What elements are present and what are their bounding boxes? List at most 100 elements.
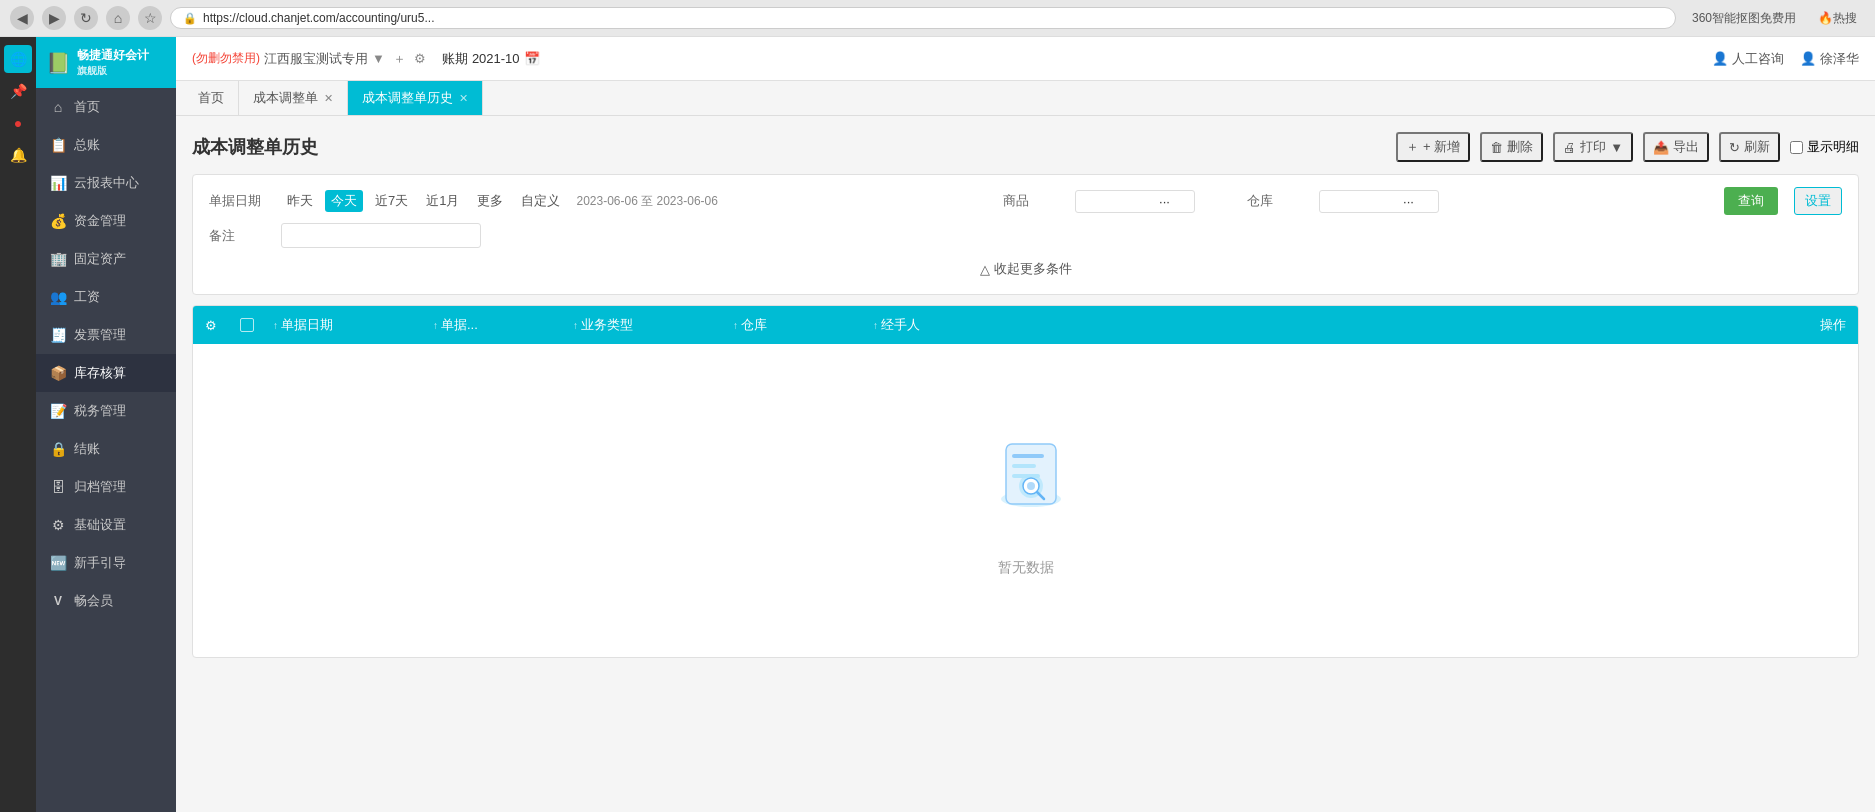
warehouse-select[interactable]: ···	[1319, 190, 1439, 213]
forward-button[interactable]: ▶	[42, 6, 66, 30]
export-button[interactable]: 📤 导出	[1643, 132, 1709, 162]
th-operator[interactable]: ↑ 经手人	[865, 316, 1005, 334]
sidebar-item-ledger[interactable]: 📋 总账	[36, 126, 176, 164]
shortcut-today[interactable]: 今天	[325, 190, 363, 212]
sidebar-item-fixed-assets[interactable]: 🏢 固定资产	[36, 240, 176, 278]
delete-button[interactable]: 🗑 删除	[1480, 132, 1543, 162]
sidebar-item-cloud-report-label: 云报表中心	[74, 174, 139, 192]
icon-sidebar-app1[interactable]: 📌	[4, 77, 32, 105]
sidebar-item-close[interactable]: 🔒 结账	[36, 430, 176, 468]
company-name: 江西服宝测试专用	[264, 50, 368, 68]
tab-cost-adjustment[interactable]: 成本调整单 ✕	[239, 81, 348, 115]
delete-label: 删除	[1507, 138, 1533, 156]
tab-cost-adjustment-history-close[interactable]: ✕	[459, 92, 468, 105]
cloud-report-nav-icon: 📊	[50, 175, 66, 191]
display-toggle[interactable]: 显示明细	[1790, 138, 1859, 156]
sidebar-item-settings[interactable]: ⚙ 基础设置	[36, 506, 176, 544]
sidebar-item-home[interactable]: ⌂ 首页	[36, 88, 176, 126]
th-date[interactable]: ↑ 单据日期	[265, 316, 425, 334]
lock-icon: 🔒	[183, 12, 197, 25]
svg-point-8	[1027, 482, 1035, 490]
icon-sidebar-app3[interactable]: 🔔	[4, 141, 32, 169]
shortcut-yesterday[interactable]: 昨天	[281, 190, 319, 212]
page-content: 成本调整单历史 ＋ + 新增 🗑 删除 🖨 打印 ▼	[176, 116, 1875, 812]
filter-settings-button[interactable]: 设置	[1794, 187, 1842, 215]
th-operator-label: 经手人	[881, 316, 920, 334]
goods-select[interactable]: ···	[1075, 190, 1195, 213]
th-warehouse[interactable]: ↑ 仓库	[725, 316, 865, 334]
shortcut-custom[interactable]: 自定义	[515, 190, 566, 212]
top-bar-left: (勿删勿禁用) 江西服宝测试专用 ▼ ＋ ⚙ 账期 2021-10 📅	[192, 50, 540, 68]
sidebar-item-inventory[interactable]: 📦 库存核算	[36, 354, 176, 392]
sidebar-item-invoice[interactable]: 🧾 发票管理	[36, 316, 176, 354]
icon-sidebar-app2[interactable]: ●	[4, 109, 32, 137]
sidebar-item-ledger-label: 总账	[74, 136, 100, 154]
ledger-nav-icon: 📋	[50, 137, 66, 153]
icon-sidebar-weibo[interactable]: 🌐	[4, 45, 32, 73]
shortcut-7days[interactable]: 近7天	[369, 190, 414, 212]
settings-column-icon: ⚙	[205, 318, 217, 333]
star-button[interactable]: ☆	[138, 6, 162, 30]
delete-icon: 🗑	[1490, 140, 1503, 155]
sidebar-item-archive-label: 归档管理	[74, 478, 126, 496]
sidebar-item-guide[interactable]: 🆕 新手引导	[36, 544, 176, 582]
shortcut-1month[interactable]: 近1月	[420, 190, 465, 212]
th-checkbox[interactable]	[229, 318, 265, 332]
th-number[interactable]: ↑ 单据...	[425, 316, 565, 334]
user-name: 徐泽华	[1820, 50, 1859, 68]
sidebar-item-tax[interactable]: 📝 税务管理	[36, 392, 176, 430]
sidebar-item-cloud-report[interactable]: 📊 云报表中心	[36, 164, 176, 202]
th-settings[interactable]: ⚙	[193, 318, 229, 333]
print-button[interactable]: 🖨 打印 ▼	[1553, 132, 1633, 162]
url-text: https://cloud.chanjet.com/accounting/uru…	[203, 11, 434, 25]
collapse-label: 收起更多条件	[994, 260, 1072, 278]
refresh-label: 刷新	[1744, 138, 1770, 156]
empty-text: 暂无数据	[998, 559, 1054, 577]
collapse-button[interactable]: △ 收起更多条件	[976, 256, 1076, 282]
add-icon[interactable]: ＋	[393, 50, 406, 68]
sidebar-item-member[interactable]: V 畅会员	[36, 582, 176, 620]
calendar-icon[interactable]: 📅	[524, 51, 540, 66]
header-checkbox[interactable]	[240, 318, 254, 332]
home-button[interactable]: ⌂	[106, 6, 130, 30]
tab-cost-adjustment-history-label: 成本调整单历史	[362, 89, 453, 107]
settings-nav-icon: ⚙	[50, 517, 66, 533]
th-biz-label: 业务类型	[581, 316, 633, 334]
notes-input[interactable]	[281, 223, 481, 248]
tab-cost-adjustment-close[interactable]: ✕	[324, 92, 333, 105]
back-button[interactable]: ◀	[10, 6, 34, 30]
consultant-label[interactable]: 👤 人工咨询	[1712, 50, 1784, 68]
top-bar-right: 👤 人工咨询 👤 徐泽华	[1712, 50, 1859, 68]
th-operations-label: 操作	[1820, 316, 1846, 334]
filter-area: 单据日期 昨天 今天 近7天 近1月 更多 自定义 2023-06-06 至 2…	[192, 174, 1859, 295]
browser-extras: 360智能抠图免费用 🔥热搜	[1684, 7, 1865, 30]
app-container: 🌐 📌 ● 🔔 📗 畅捷通好会计 旗舰版 ⌂ 首页 📋 总账 📊 云报表中心	[0, 37, 1875, 812]
notes-filter-label: 备注	[209, 227, 265, 245]
page-header: 成本调整单历史 ＋ + 新增 🗑 删除 🖨 打印 ▼	[192, 132, 1859, 162]
tab-home[interactable]: 首页	[184, 81, 239, 115]
company-dropdown-icon[interactable]: ▼	[372, 51, 385, 66]
browser-toolbar: ◀ ▶ ↻ ⌂ ☆ 🔒 https://cloud.chanjet.com/ac…	[0, 0, 1875, 36]
refresh-button[interactable]: ↻ 刷新	[1719, 132, 1780, 162]
add-button[interactable]: ＋ + 新增	[1396, 132, 1470, 162]
sidebar-item-close-label: 结账	[74, 440, 100, 458]
settings-top-icon[interactable]: ⚙	[414, 51, 426, 66]
tab-cost-adjustment-history[interactable]: 成本调整单历史 ✕	[348, 81, 483, 115]
shortcut-more[interactable]: 更多	[471, 190, 509, 212]
sidebar-item-fund[interactable]: 💰 资金管理	[36, 202, 176, 240]
refresh-button[interactable]: ↻	[74, 6, 98, 30]
address-bar[interactable]: 🔒 https://cloud.chanjet.com/accounting/u…	[170, 7, 1676, 29]
inventory-nav-icon: 📦	[50, 365, 66, 381]
th-biz-type[interactable]: ↑ 业务类型	[565, 316, 725, 334]
logo-text: 畅捷通好会计	[77, 47, 149, 64]
add-icon: ＋	[1406, 138, 1419, 156]
query-button[interactable]: 查询	[1724, 187, 1778, 215]
sidebar-item-payroll-label: 工资	[74, 288, 100, 306]
display-checkbox[interactable]	[1790, 141, 1803, 154]
add-label: + 新增	[1423, 138, 1460, 156]
sidebar-item-archive[interactable]: 🗄 归档管理	[36, 468, 176, 506]
period-info: 账期 2021-10 📅	[442, 50, 540, 68]
sidebar-nav: ⌂ 首页 📋 总账 📊 云报表中心 💰 资金管理 🏢 固定资产 👥 工资	[36, 88, 176, 812]
th-operations: 操作	[1812, 316, 1858, 334]
sidebar-item-payroll[interactable]: 👥 工资	[36, 278, 176, 316]
